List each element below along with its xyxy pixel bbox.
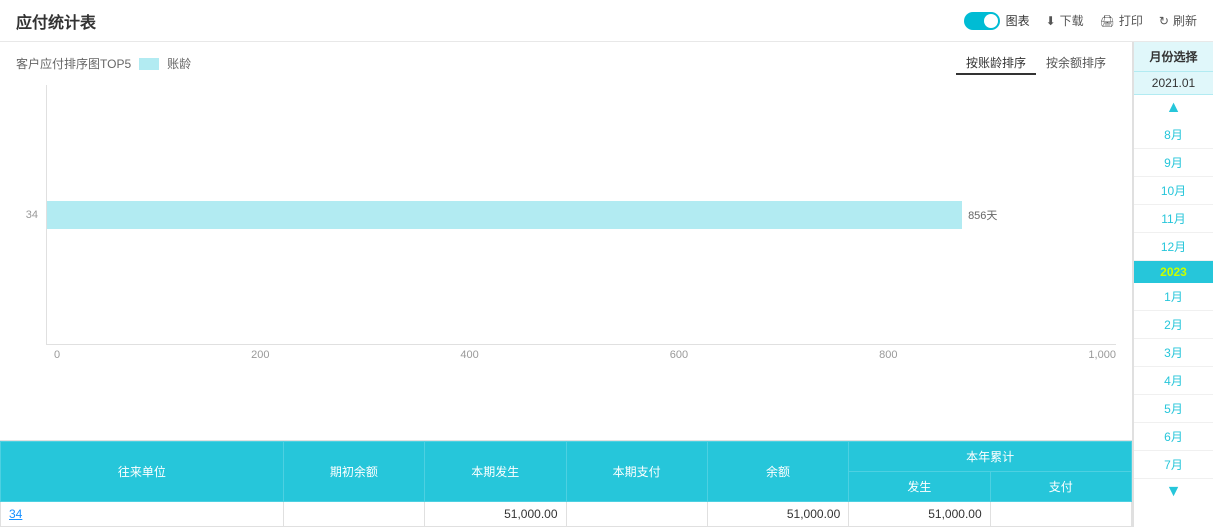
- sidebar-month-8[interactable]: 8月: [1134, 121, 1213, 149]
- cell-current-pay: [566, 502, 707, 527]
- col-ytd-header: 本年累计: [849, 442, 1132, 472]
- legend-color-box: [139, 58, 159, 70]
- sidebar-month-2[interactable]: 2月: [1134, 311, 1213, 339]
- chart-body: 856天: [46, 85, 1116, 345]
- col-ytd-pay-header: 支付: [990, 472, 1131, 502]
- col-balance-header: 余额: [707, 442, 848, 502]
- download-button[interactable]: ⬇ 下载: [1046, 12, 1084, 29]
- chart-legend: 客户应付排序图TOP5 账龄: [16, 55, 191, 72]
- print-icon: 🖨: [1100, 14, 1115, 28]
- sidebar-month-6[interactable]: 6月: [1134, 423, 1213, 451]
- chart-toggle[interactable]: [964, 12, 1000, 30]
- data-table: 往来单位 期初余额 本期发生 本期支付 余额 本年累计 发生 支付: [0, 441, 1132, 527]
- sidebar-month-7[interactable]: 7月: [1134, 451, 1213, 479]
- header-actions: 图表 ⬇ 下载 🖨 打印 ↻ 刷新: [964, 12, 1197, 30]
- sidebar-month-9[interactable]: 9月: [1134, 149, 1213, 177]
- sort-tab-age[interactable]: 按账龄排序: [956, 52, 1036, 75]
- refresh-icon: ↻: [1159, 14, 1169, 28]
- col-unit-header: 往来单位: [1, 442, 284, 502]
- cell-unit[interactable]: 34: [1, 502, 284, 527]
- sidebar-scroll-down[interactable]: ▼: [1134, 479, 1213, 505]
- cell-ytd-occur: 51,000.00: [849, 502, 990, 527]
- download-icon: ⬇: [1046, 14, 1056, 28]
- legend-title: 客户应付排序图TOP5: [16, 55, 131, 72]
- sidebar-scroll-up[interactable]: ▲: [1134, 95, 1213, 121]
- y-axis: 34: [16, 85, 46, 345]
- cell-current-occur: 51,000.00: [425, 502, 566, 527]
- chart-section: 客户应付排序图TOP5 账龄 按账龄排序 按余额排序 34: [0, 42, 1132, 440]
- col-qc-header: 期初余额: [283, 442, 424, 502]
- sort-tabs: 按账龄排序 按余额排序: [956, 52, 1116, 75]
- legend-label: 账龄: [167, 55, 191, 72]
- sidebar: 月份选择 2021.01 ▲ 8月 9月 10月 11月 12月 2023 1月…: [1133, 42, 1213, 527]
- table-body: 34 51,000.00 51,000.00 51,000.00: [1, 502, 1132, 527]
- cell-qc-balance: [283, 502, 424, 527]
- chart-bar-row: 856天: [47, 201, 1116, 229]
- table-header-row-1: 往来单位 期初余额 本期发生 本期支付 余额 本年累计: [1, 442, 1132, 472]
- x-axis: 0 200 400 600 800 1,000: [54, 345, 1116, 361]
- col-occur-header: 本期发生: [425, 442, 566, 502]
- sidebar-months: 8月 9月 10月 11月 12月 2023 1月 2月 3月 4月 5月 6月…: [1134, 121, 1213, 479]
- col-ytd-occur-header: 发生: [849, 472, 990, 502]
- main-content: 客户应付排序图TOP5 账龄 按账龄排序 按余额排序 34: [0, 42, 1213, 527]
- content-area: 客户应付排序图TOP5 账龄 按账龄排序 按余额排序 34: [0, 42, 1132, 527]
- cell-ytd-pay: [990, 502, 1131, 527]
- refresh-button[interactable]: ↻ 刷新: [1159, 12, 1197, 29]
- table-wrapper: 往来单位 期初余额 本期发生 本期支付 余额 本年累计 发生 支付: [0, 441, 1132, 527]
- sidebar-month-4[interactable]: 4月: [1134, 367, 1213, 395]
- sidebar-month-5[interactable]: 5月: [1134, 395, 1213, 423]
- col-pay-header: 本期支付: [566, 442, 707, 502]
- sidebar-nav: ▲ 8月 9月 10月 11月 12月 2023 1月 2月 3月 4月 5月 …: [1134, 95, 1213, 505]
- chart-toggle-wrap[interactable]: 图表: [964, 12, 1030, 30]
- page-title: 应付统计表: [16, 9, 96, 33]
- sidebar-month-10[interactable]: 10月: [1134, 177, 1213, 205]
- chart-area: 34 856天 0 200: [16, 85, 1116, 375]
- chart-inner: 34 856天: [16, 85, 1116, 345]
- sidebar-header: 月份选择: [1134, 42, 1213, 72]
- table-row: 34 51,000.00 51,000.00 51,000.00: [1, 502, 1132, 527]
- chart-bar-34: [47, 201, 962, 229]
- sort-tab-balance[interactable]: 按余额排序: [1036, 52, 1116, 75]
- chart-toggle-label: 图表: [1006, 12, 1030, 29]
- app-header: 应付统计表 图表 ⬇ 下载 🖨 打印 ↻ 刷新: [0, 0, 1213, 42]
- chart-header: 客户应付排序图TOP5 账龄 按账龄排序 按余额排序: [16, 52, 1116, 75]
- sidebar-year-label: 2023: [1134, 261, 1213, 283]
- sidebar-year-month[interactable]: 2021.01: [1134, 72, 1213, 95]
- table-section: 往来单位 期初余额 本期发生 本期支付 余额 本年累计 发生 支付: [0, 440, 1132, 527]
- sidebar-month-3[interactable]: 3月: [1134, 339, 1213, 367]
- chart-bar-label-right: 856天: [968, 207, 997, 223]
- print-button[interactable]: 🖨 打印: [1100, 12, 1143, 29]
- sidebar-month-1[interactable]: 1月: [1134, 283, 1213, 311]
- cell-balance: 51,000.00: [707, 502, 848, 527]
- sidebar-month-12[interactable]: 12月: [1134, 233, 1213, 261]
- sidebar-month-11[interactable]: 11月: [1134, 205, 1213, 233]
